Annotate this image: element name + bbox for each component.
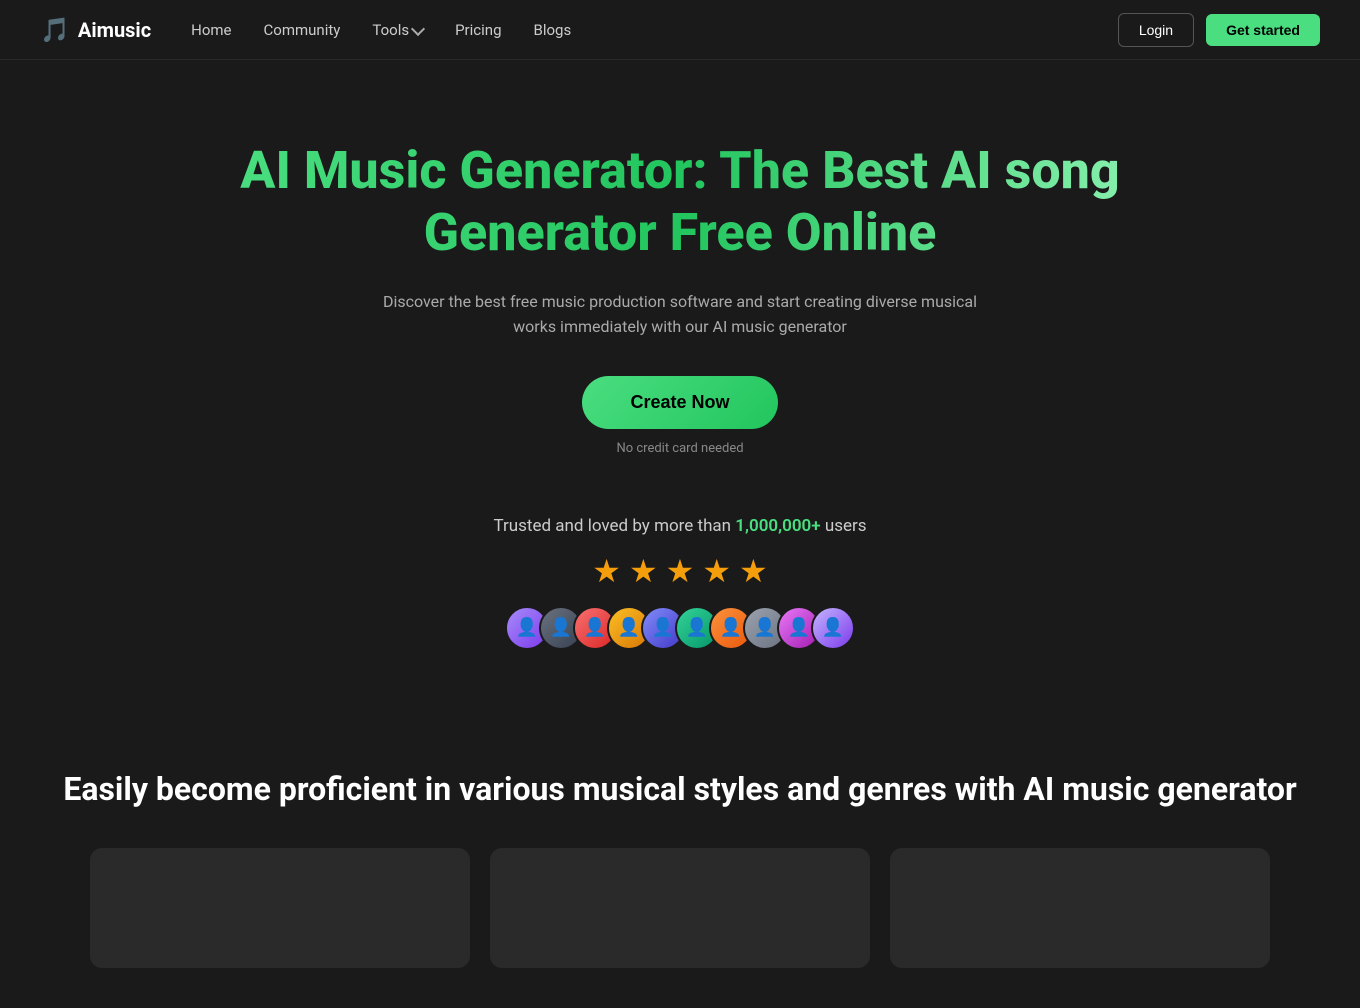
create-now-button[interactable]: Create Now — [582, 376, 777, 429]
trust-section: Trusted and loved by more than 1,000,000… — [493, 516, 866, 650]
get-started-button[interactable]: Get started — [1206, 14, 1320, 46]
section-title: Easily become proficient in various musi… — [0, 710, 1360, 828]
cards-row — [0, 828, 1360, 1008]
trust-prefix: Trusted and loved by more than — [493, 516, 735, 536]
stars-row: ★ ★ ★ ★ ★ — [592, 552, 767, 590]
chevron-down-icon — [411, 21, 425, 35]
style-card-1 — [90, 848, 470, 968]
star-5: ★ — [739, 552, 768, 590]
nav-link-community[interactable]: Community — [264, 21, 341, 39]
avatar-10: 👤 — [811, 606, 855, 650]
nav-link-home[interactable]: Home — [191, 21, 231, 39]
trust-text: Trusted and loved by more than 1,000,000… — [493, 516, 866, 536]
hero-section: AI Music Generator: The Best AI song Gen… — [0, 60, 1360, 710]
nav-links: Home Community Tools Pricing Blogs — [191, 21, 571, 39]
nav-link-blogs[interactable]: Blogs — [534, 21, 572, 39]
style-card-2 — [490, 848, 870, 968]
nav-link-tools[interactable]: Tools — [372, 21, 423, 39]
logo-text: Aimusic — [78, 18, 151, 42]
nav-link-pricing[interactable]: Pricing — [455, 21, 501, 39]
star-4: ★ — [702, 552, 731, 590]
star-2: ★ — [629, 552, 658, 590]
hero-subtitle: Discover the best free music production … — [360, 289, 1000, 340]
trust-suffix: users — [821, 516, 867, 536]
no-credit-card-text: No credit card needed — [616, 441, 743, 456]
navbar: 🎵 Aimusic Home Community Tools Pricing B… — [0, 0, 1360, 60]
star-3: ★ — [666, 552, 695, 590]
navbar-left: 🎵 Aimusic Home Community Tools Pricing B… — [40, 16, 571, 44]
avatars-row: 👤 👤 👤 👤 👤 👤 👤 👤 👤 👤 — [505, 606, 855, 650]
style-card-3 — [890, 848, 1270, 968]
hero-title: AI Music Generator: The Best AI song Gen… — [230, 140, 1130, 265]
star-1: ★ — [592, 552, 621, 590]
login-button[interactable]: Login — [1118, 13, 1194, 47]
logo-icon: 🎵 — [40, 16, 70, 44]
logo[interactable]: 🎵 Aimusic — [40, 16, 151, 44]
navbar-right: Login Get started — [1118, 13, 1320, 47]
trust-highlight: 1,000,000+ — [735, 516, 820, 536]
